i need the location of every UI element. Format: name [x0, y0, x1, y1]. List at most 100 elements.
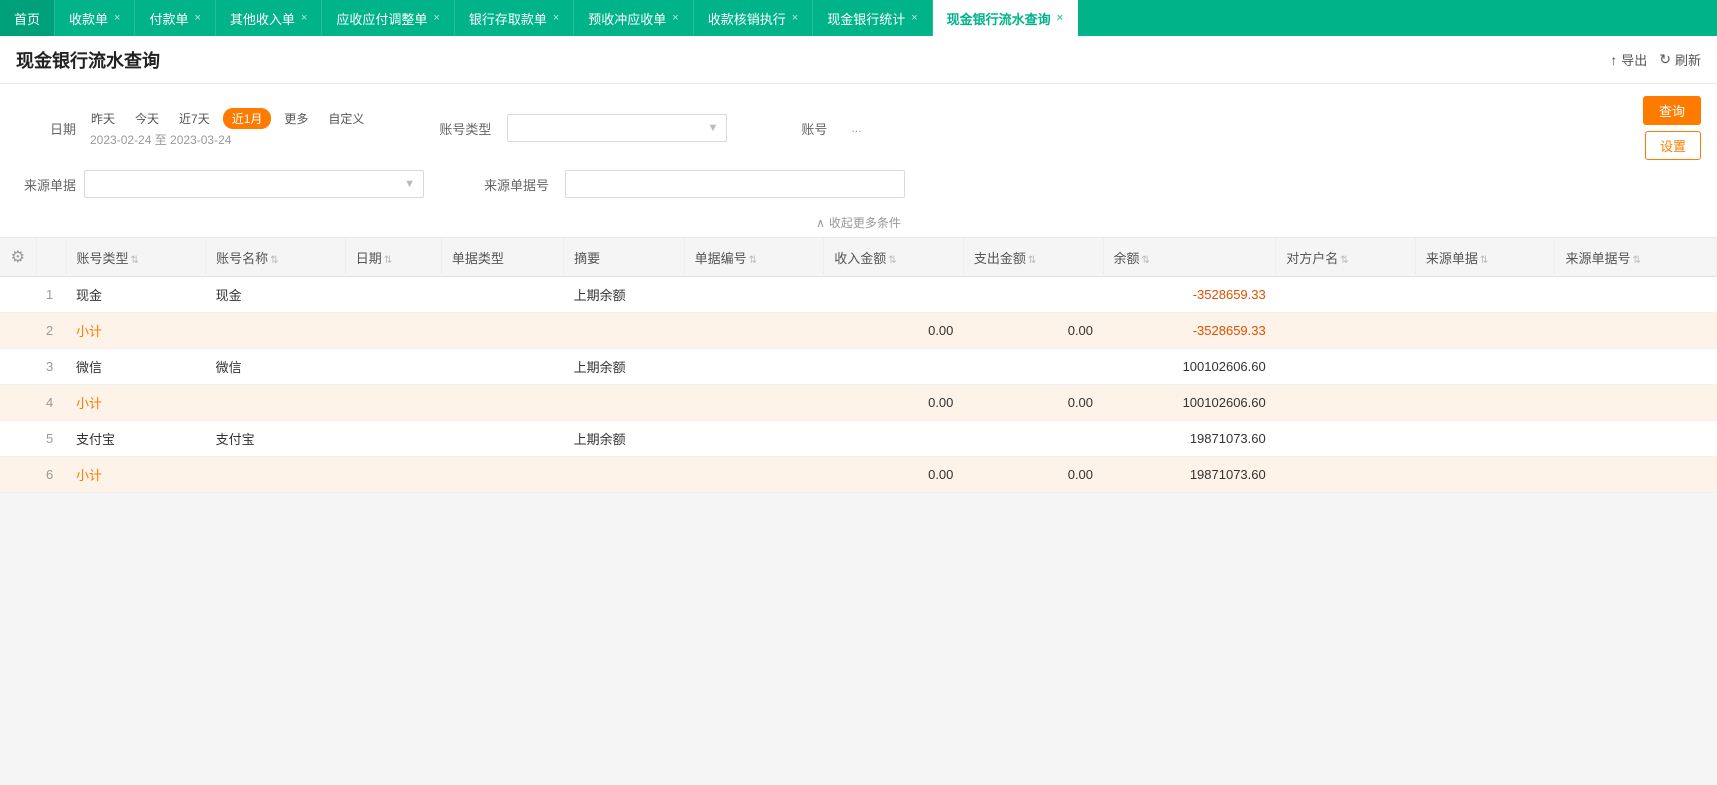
- refresh-icon: ↻: [1659, 51, 1671, 68]
- cell-doc_no: [684, 385, 824, 421]
- cell-source_doc: [1415, 349, 1555, 385]
- cell-account_name: 支付宝: [206, 421, 346, 457]
- top-nav: 首页 收款单×付款单×其他收入单×应收应付调整单×银行存取款单×预收冲应收单×收…: [0, 0, 1717, 36]
- source-doc-select[interactable]: ▼: [84, 170, 424, 198]
- col-source_doc_no[interactable]: 来源单据号⇅: [1555, 238, 1717, 277]
- cell-settings: [0, 421, 36, 457]
- table-container: ⚙账号类型⇅账号名称⇅日期⇅单据类型摘要单据编号⇅收入金额⇅支出金额⇅余额⇅对方…: [0, 238, 1717, 493]
- close-icon[interactable]: ×: [911, 12, 917, 24]
- cell-account_name: [206, 385, 346, 421]
- col-date[interactable]: 日期⇅: [345, 238, 441, 277]
- date-btn-more[interactable]: 更多: [277, 108, 315, 129]
- cell-idx: 4: [36, 385, 66, 421]
- cell-expense: 0.00: [963, 313, 1103, 349]
- cell-source_doc: [1415, 385, 1555, 421]
- cell-idx: 6: [36, 457, 66, 493]
- col-income[interactable]: 收入金额⇅: [824, 238, 964, 277]
- table-row: 4小计0.000.00100102606.60: [0, 385, 1717, 421]
- cell-settings: [0, 385, 36, 421]
- date-range: 2023-02-24 至 2023-03-24: [90, 131, 371, 148]
- date-btn-7days[interactable]: 近7天: [172, 108, 217, 129]
- gear-icon[interactable]: ⚙: [11, 249, 25, 266]
- page-title: 现金银行流水查询: [16, 47, 160, 73]
- export-btn[interactable]: ↑ 导出: [1610, 50, 1647, 69]
- home-label: 首页: [14, 9, 40, 28]
- table-row: 6小计0.000.0019871073.60: [0, 457, 1717, 493]
- cell-date: [345, 457, 441, 493]
- nav-home[interactable]: 首页: [0, 0, 55, 36]
- close-icon[interactable]: ×: [301, 12, 307, 24]
- col-expense[interactable]: 支出金额⇅: [963, 238, 1103, 277]
- cell-counterpart: [1276, 421, 1416, 457]
- close-icon[interactable]: ×: [194, 12, 200, 24]
- cell-summary: 上期余额: [564, 421, 685, 457]
- cell-balance: 100102606.60: [1103, 385, 1276, 421]
- cell-source_doc_no: [1555, 457, 1717, 493]
- col-balance[interactable]: 余额⇅: [1103, 238, 1276, 277]
- nav-tab-3[interactable]: 应收应付调整单×: [322, 0, 454, 36]
- date-btn-today[interactable]: 今天: [128, 108, 166, 129]
- nav-tab-5[interactable]: 预收冲应收单×: [574, 0, 693, 36]
- export-icon: ↑: [1610, 52, 1617, 68]
- cell-settings: [0, 457, 36, 493]
- cell-income: 0.00: [824, 313, 964, 349]
- col-settings: ⚙: [0, 238, 36, 277]
- cell-settings: [0, 349, 36, 385]
- nav-tab-2[interactable]: 其他收入单×: [216, 0, 322, 36]
- nav-tab-0[interactable]: 收款单×: [55, 0, 135, 36]
- col-doc_no[interactable]: 单据编号⇅: [684, 238, 824, 277]
- cell-summary: 上期余额: [564, 277, 685, 313]
- cell-doc_no: [684, 277, 824, 313]
- source-doc-no-label: 来源单据号: [484, 175, 549, 194]
- close-icon[interactable]: ×: [433, 12, 439, 24]
- date-quick-btns: 昨天 今天 近7天 近1月 更多 自定义: [84, 108, 371, 129]
- cell-account_type: 小计: [66, 385, 206, 421]
- nav-tab-7[interactable]: 现金银行统计×: [813, 0, 932, 36]
- table-row: 5支付宝支付宝上期余额19871073.60: [0, 421, 1717, 457]
- nav-tab-4[interactable]: 银行存取款单×: [455, 0, 574, 36]
- date-btn-custom[interactable]: 自定义: [321, 108, 371, 129]
- col-account_type[interactable]: 账号类型⇅: [66, 238, 206, 277]
- page-header: 现金银行流水查询 ↑ 导出 ↻ 刷新: [0, 36, 1717, 84]
- cell-counterpart: [1276, 313, 1416, 349]
- close-icon[interactable]: ×: [672, 12, 678, 24]
- collapse-btn[interactable]: ∧ 收起更多条件: [16, 208, 1701, 237]
- chevron-down-icon: ▼: [708, 122, 719, 134]
- cell-date: [345, 421, 441, 457]
- nav-tab-1[interactable]: 付款单×: [135, 0, 215, 36]
- query-button[interactable]: 查询: [1643, 96, 1701, 125]
- cell-idx: 1: [36, 277, 66, 313]
- date-btn-yesterday[interactable]: 昨天: [84, 108, 122, 129]
- close-icon[interactable]: ×: [1057, 12, 1063, 24]
- account-type-select[interactable]: ▼: [507, 114, 727, 142]
- nav-tab-8[interactable]: 现金银行流水查询×: [933, 0, 1078, 36]
- cell-balance: -3528659.33: [1103, 313, 1276, 349]
- cell-expense: 0.00: [963, 457, 1103, 493]
- table-row: 1现金现金上期余额-3528659.33: [0, 277, 1717, 313]
- table-row: 3微信微信上期余额100102606.60: [0, 349, 1717, 385]
- cell-date: [345, 277, 441, 313]
- cell-doc_type: [441, 277, 563, 313]
- cell-balance: -3528659.33: [1103, 277, 1276, 313]
- col-account_name[interactable]: 账号名称⇅: [206, 238, 346, 277]
- table-body: 1现金现金上期余额-3528659.332小计0.000.00-3528659.…: [0, 277, 1717, 493]
- close-icon[interactable]: ×: [792, 12, 798, 24]
- settings-button[interactable]: 设置: [1645, 131, 1701, 160]
- source-doc-no-input[interactable]: [565, 170, 905, 198]
- nav-tab-6[interactable]: 收款核销执行×: [694, 0, 813, 36]
- date-btn-1month[interactable]: 近1月: [223, 108, 272, 129]
- col-counterpart[interactable]: 对方户名⇅: [1276, 238, 1416, 277]
- cell-source_doc_no: [1555, 385, 1717, 421]
- refresh-btn[interactable]: ↻ 刷新: [1659, 50, 1701, 69]
- close-icon[interactable]: ×: [114, 12, 120, 24]
- source-doc-label: 来源单据: [16, 175, 76, 194]
- cell-income: 0.00: [824, 457, 964, 493]
- cell-doc_type: [441, 313, 563, 349]
- cell-source_doc_no: [1555, 277, 1717, 313]
- cell-income: [824, 421, 964, 457]
- account-no-more-btn[interactable]: ...: [851, 121, 861, 135]
- cell-balance: 19871073.60: [1103, 457, 1276, 493]
- col-source_doc[interactable]: 来源单据⇅: [1415, 238, 1555, 277]
- close-icon[interactable]: ×: [553, 12, 559, 24]
- cell-expense: [963, 277, 1103, 313]
